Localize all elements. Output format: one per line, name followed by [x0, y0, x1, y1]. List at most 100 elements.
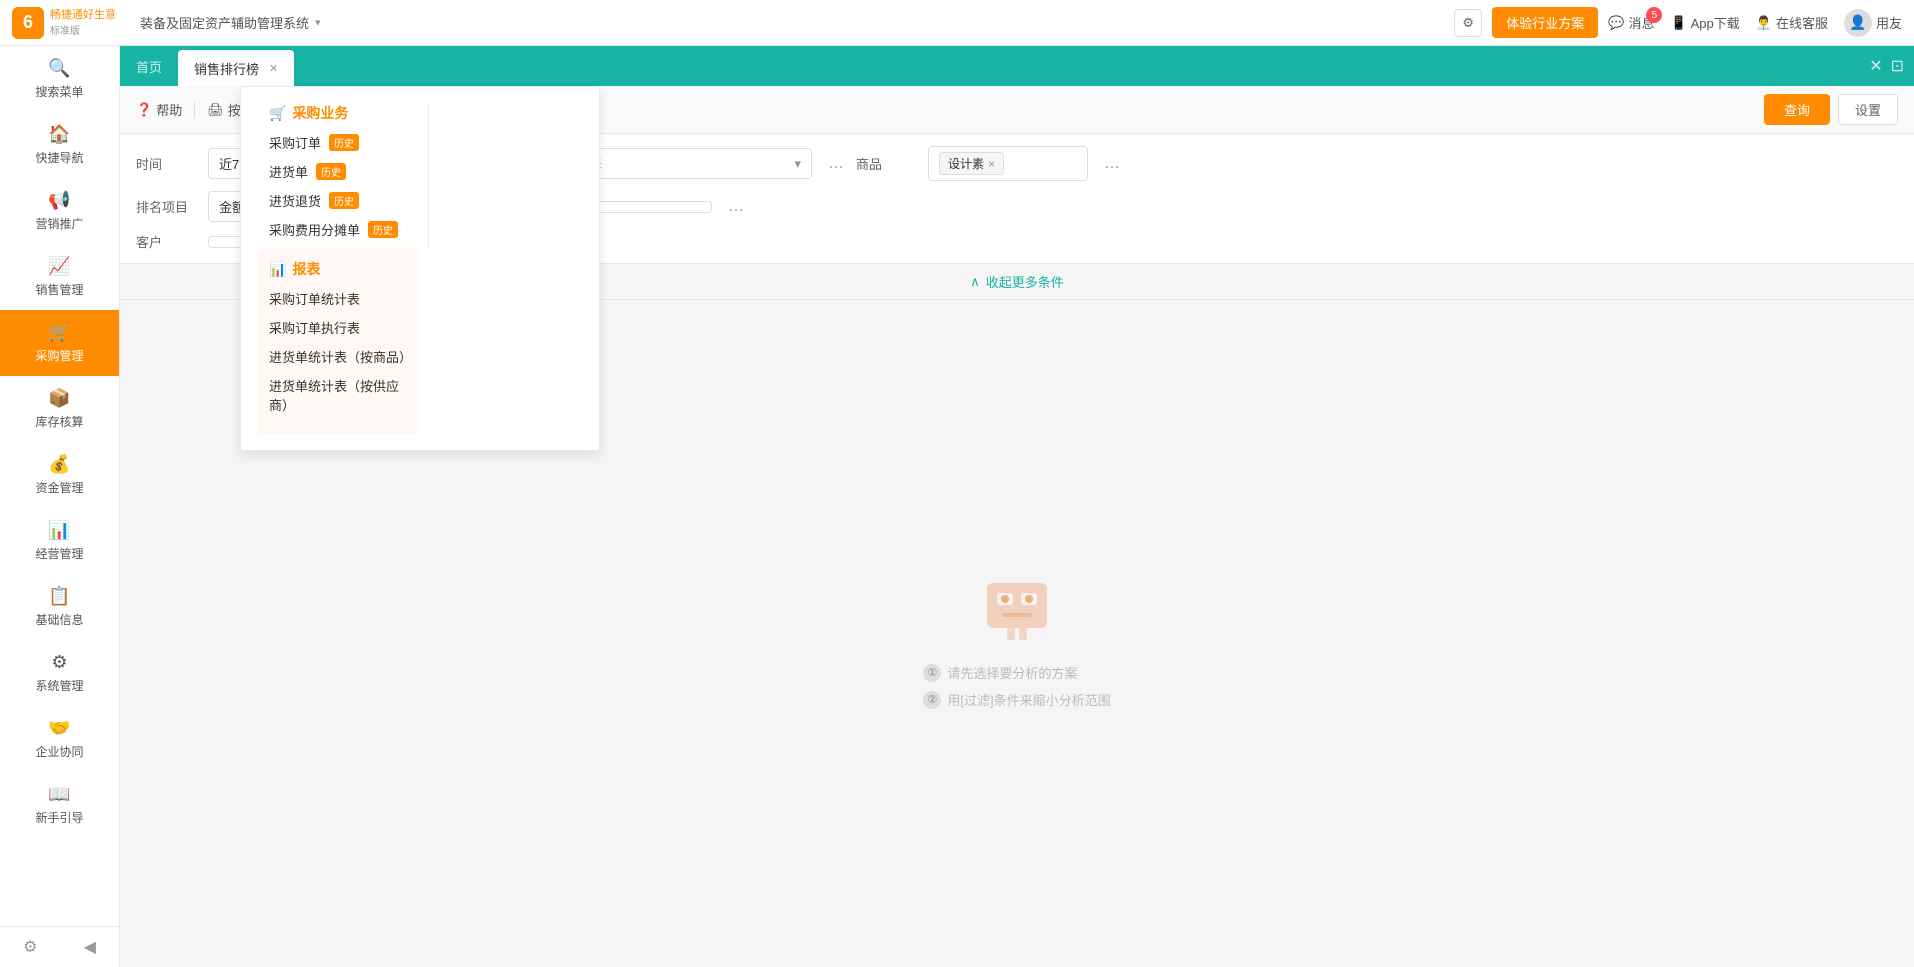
gear-icon: ⚙ — [1462, 15, 1474, 31]
online-service-item[interactable]: 👨‍💼 在线客服 — [1756, 13, 1828, 32]
operations-icon: 📊 — [48, 520, 70, 541]
industry-button[interactable]: 体验行业方案 — [1492, 7, 1598, 38]
menu-item-purchase-order[interactable]: 采购订单 历史 — [269, 133, 408, 152]
sidebar-settings-icon[interactable]: ⚙ — [23, 937, 37, 957]
report-section-icon: 📊 — [269, 261, 286, 278]
purchase-section-title: 🛒 采购业务 — [269, 103, 408, 123]
menu-item-purchase-order-exec[interactable]: 采购订单执行表 — [269, 318, 408, 337]
tab-close-all-icon[interactable]: ✕ — [1869, 56, 1882, 76]
sidebar-label-operations: 经营管理 — [35, 545, 83, 562]
sidebar-label-marketing: 营销推广 — [35, 215, 83, 232]
tab-close-icon[interactable]: ✕ — [269, 62, 278, 75]
sidebar-label-collab: 企业协同 — [35, 743, 83, 760]
logo-icon: 6 — [12, 7, 44, 39]
online-service-label: 在线客服 — [1776, 13, 1828, 32]
setting-button[interactable]: 设置 — [1838, 94, 1898, 125]
menu-item-incoming-order[interactable]: 进货单 历史 — [269, 162, 408, 181]
title-dropdown-arrow[interactable]: ▾ — [315, 16, 321, 29]
sidebar-item-inventory[interactable]: 📦 库存核算 — [0, 376, 119, 442]
sidebar: 🔍 搜索菜单 🏠 快捷导航 📢 营销推广 📈 销售管理 🛒 采购管理 📦 库存核… — [0, 46, 120, 967]
empty-tip-row-1: ① 请先选择要分析的方案 — [923, 663, 1110, 682]
empty-svg-icon — [967, 558, 1067, 648]
purchase-order-exec-text: 采购订单执行表 — [269, 318, 360, 337]
purchase-dropdown-menu: 🛒 采购业务 采购订单 历史 进货单 历史 进货退货 历史 采购费用分摊单 — [240, 86, 600, 451]
purchase-icon: 🛒 — [48, 322, 70, 343]
incoming-stat-supplier-text: 进货单统计表（按供应商） — [269, 376, 408, 414]
purchase-expense-text: 采购费用分摊单 — [269, 220, 360, 239]
goods-input[interactable]: 设计素 × — [928, 146, 1088, 181]
tab-bar: 首页 销售排行榜 ✕ ✕ ⊡ — [120, 46, 1914, 86]
goods-tag-text: 设计素 — [948, 155, 984, 172]
tab-restore-icon[interactable]: ⊡ — [1891, 56, 1904, 76]
query-button[interactable]: 查询 — [1764, 94, 1830, 125]
tip1-num: ① — [923, 664, 941, 682]
system-title: 装备及固定资产辅助管理系统 ▾ — [140, 13, 1444, 32]
logo-char: 6 — [23, 12, 33, 33]
notification-item[interactable]: 💬 5 消息 — [1608, 13, 1654, 32]
goods-label: 商品 — [856, 154, 916, 173]
salesman-dots[interactable]: … — [728, 198, 744, 216]
top-bar: 6 畅捷通好生意 标准版 装备及固定资产辅助管理系统 ▾ ⚙ 体验行业方案 💬 … — [0, 0, 1914, 46]
print-icon: 🖨 — [207, 102, 224, 118]
sidebar-label-basic-info: 基础信息 — [35, 611, 83, 628]
report-section-label: 报表 — [292, 259, 320, 279]
tab-sales-rank[interactable]: 销售排行榜 ✕ — [178, 50, 294, 86]
incoming-order-text: 进货单 — [269, 162, 308, 181]
bill-status-dots[interactable]: … — [828, 155, 844, 173]
menu-item-incoming-return[interactable]: 进货退货 历史 — [269, 191, 408, 210]
tip1-text: 请先选择要分析的方案 — [947, 663, 1077, 682]
goods-tag-close[interactable]: × — [988, 157, 995, 171]
report-section: 📊 报表 采购订单统计表 采购订单执行表 进货单统计表（按商品） 进货单统计表（… — [257, 249, 420, 434]
help-label: 帮助 — [156, 100, 182, 119]
sidebar-item-quicknav[interactable]: 🏠 快捷导航 — [0, 112, 119, 178]
menu-vertical-divider — [428, 103, 429, 249]
sidebar-label-search: 搜索菜单 — [35, 83, 83, 100]
purchase-order-stat-text: 采购订单统计表 — [269, 289, 360, 308]
collapse-icon: ∧ — [970, 274, 980, 290]
logo-area: 6 畅捷通好生意 标准版 — [12, 7, 130, 39]
incoming-stat-goods-text: 进货单统计表（按商品） — [269, 347, 408, 366]
sidebar-item-operations[interactable]: 📊 经营管理 — [0, 508, 119, 574]
toolbar-separator-1 — [194, 102, 195, 118]
menu-item-purchase-order-stat[interactable]: 采购订单统计表 — [269, 289, 408, 308]
sidebar-label-finance: 资金管理 — [35, 479, 83, 496]
user-item[interactable]: 👤 用友 — [1844, 9, 1902, 37]
report-section-title: 📊 报表 — [269, 259, 408, 279]
menu-item-incoming-stat-goods[interactable]: 进货单统计表（按商品） — [269, 347, 408, 366]
rank-label: 排名项目 — [136, 197, 196, 216]
user-label: 用友 — [1876, 13, 1902, 32]
bill-status-arrow: ▾ — [794, 156, 801, 172]
time-label: 时间 — [136, 154, 196, 173]
settings-gear-button[interactable]: ⚙ — [1454, 9, 1482, 37]
inventory-icon: 📦 — [48, 388, 70, 409]
purchase-business-section: 🛒 采购业务 采购订单 历史 进货单 历史 进货退货 历史 采购费用分摊单 — [257, 103, 420, 249]
basic-info-icon: 📋 — [48, 586, 70, 607]
menu-item-purchase-expense[interactable]: 采购费用分摊单 历史 — [269, 220, 408, 239]
collab-icon: 🤝 — [48, 718, 70, 739]
sidebar-item-guide[interactable]: 📖 新手引导 — [0, 772, 119, 838]
purchase-expense-badge: 历史 — [368, 221, 398, 238]
tab-home-label: 首页 — [136, 57, 162, 76]
sidebar-item-marketing[interactable]: 📢 营销推广 — [0, 178, 119, 244]
sidebar-bottom: ⚙ ◀ — [0, 926, 119, 967]
app-icon: 📱 — [1670, 15, 1686, 31]
sidebar-item-sales[interactable]: 📈 销售管理 — [0, 244, 119, 310]
sidebar-item-purchase[interactable]: 🛒 采购管理 — [0, 310, 119, 376]
tab-sales-rank-label: 销售排行榜 — [194, 59, 259, 78]
menu-item-incoming-stat-supplier[interactable]: 进货单统计表（按供应商） — [269, 376, 408, 414]
sidebar-item-search[interactable]: 🔍 搜索菜单 — [0, 46, 119, 112]
sidebar-label-sales: 销售管理 — [35, 281, 83, 298]
purchase-order-text: 采购订单 — [269, 133, 321, 152]
logo-text-block: 畅捷通好生意 标准版 — [50, 8, 116, 37]
sidebar-item-collab[interactable]: 🤝 企业协同 — [0, 706, 119, 772]
sidebar-item-system[interactable]: ⚙ 系统管理 — [0, 640, 119, 706]
sidebar-collapse-icon[interactable]: ◀ — [84, 937, 96, 957]
sidebar-item-finance[interactable]: 💰 资金管理 — [0, 442, 119, 508]
tab-home[interactable]: 首页 — [120, 46, 178, 86]
goods-dots[interactable]: … — [1104, 155, 1120, 173]
logo-badge: 标准版 — [50, 22, 116, 37]
marketing-icon: 📢 — [48, 190, 70, 211]
sidebar-item-basic-info[interactable]: 📋 基础信息 — [0, 574, 119, 640]
help-button[interactable]: ❓ 帮助 — [136, 100, 182, 119]
app-download-item[interactable]: 📱 App下载 — [1670, 13, 1739, 32]
